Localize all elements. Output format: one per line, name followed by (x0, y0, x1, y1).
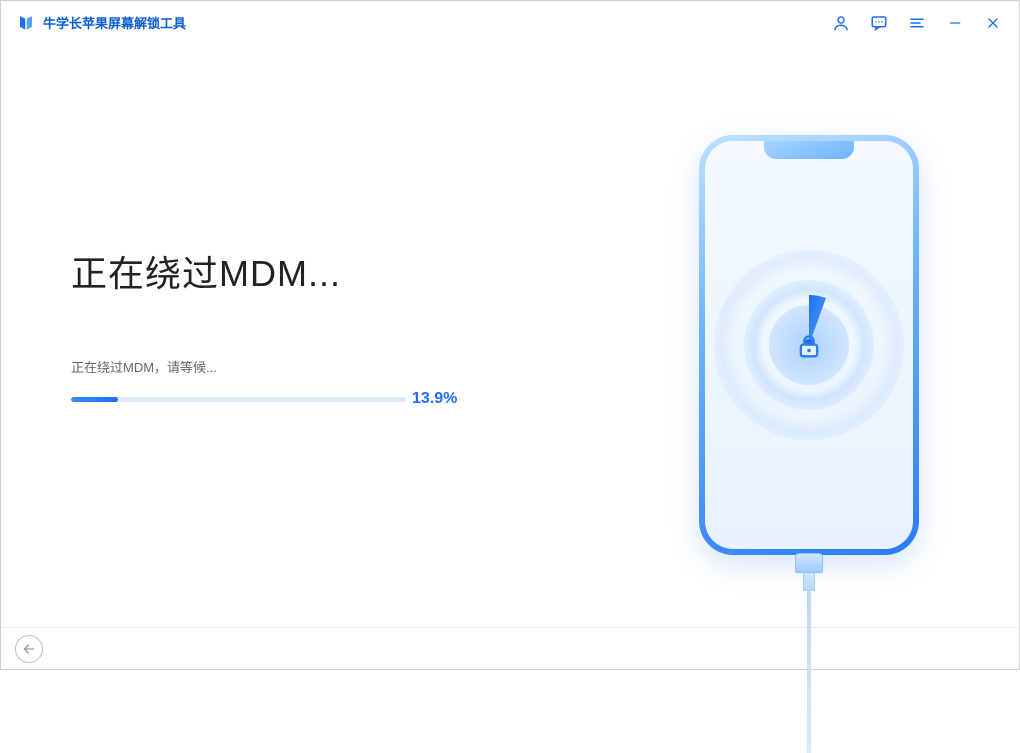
progress-percent-label: 13.9% (412, 390, 457, 408)
app-title: 牛学长苹果屏幕解锁工具 (43, 13, 186, 32)
progress-bar (71, 397, 406, 402)
titlebar-left: 牛学长苹果屏幕解锁工具 (17, 13, 186, 32)
progress-fill (71, 397, 118, 402)
app-window: 牛学长苹果屏幕解锁工具 (0, 0, 1020, 670)
content-area: 正在绕过MDM... 正在绕过MDM，请等候... 13.9% (1, 45, 1019, 627)
titlebar-right (831, 13, 1003, 33)
minimize-button[interactable] (945, 13, 965, 33)
status-text: 正在绕过MDM，请等候... (71, 357, 599, 376)
back-button[interactable] (15, 635, 43, 663)
user-icon[interactable] (831, 13, 851, 33)
phone-screen (705, 141, 913, 549)
lock-icon (795, 332, 823, 365)
footer (1, 627, 1019, 669)
app-logo-icon (17, 14, 35, 32)
phone-notch (764, 141, 854, 159)
right-pane (599, 45, 1019, 627)
phone-illustration (699, 135, 919, 555)
progress-wrap: 13.9% (71, 390, 599, 408)
close-button[interactable] (983, 13, 1003, 33)
cable-icon (795, 553, 823, 753)
feedback-icon[interactable] (869, 13, 889, 33)
left-pane: 正在绕过MDM... 正在绕过MDM，请等候... 13.9% (1, 45, 599, 627)
gauge-icon (754, 290, 864, 400)
main-heading: 正在绕过MDM... (71, 245, 599, 297)
radar-rings (705, 225, 913, 465)
menu-icon[interactable] (907, 13, 927, 33)
titlebar: 牛学长苹果屏幕解锁工具 (1, 1, 1019, 45)
phone-frame (699, 135, 919, 555)
